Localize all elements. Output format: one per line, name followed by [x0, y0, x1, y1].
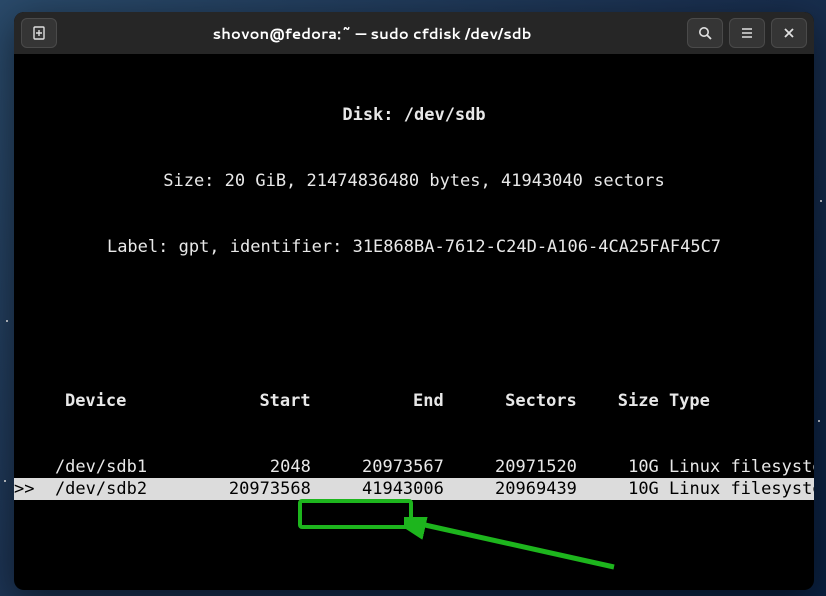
- terminal-content[interactable]: Disk: /dev/sdb Size: 20 GiB, 21474836480…: [14, 54, 814, 590]
- search-button[interactable]: [687, 18, 723, 48]
- close-button[interactable]: [771, 18, 807, 48]
- window-titlebar: shovon@fedora:~ — sudo cfdisk /dev/sdb: [14, 12, 814, 54]
- partition-table-header: Device Start End Sectors Size Type: [14, 390, 814, 412]
- partition-row[interactable]: >> /dev/sdb2 20973568 41943006 20969439 …: [14, 478, 814, 500]
- partition-table: Device Start End Sectors Size Type /dev/…: [14, 346, 814, 544]
- disk-size-line: Size: 20 GiB, 21474836480 bytes, 4194304…: [14, 170, 814, 192]
- new-tab-button[interactable]: [21, 18, 57, 48]
- disk-header-line: Disk: /dev/sdb: [14, 104, 814, 126]
- terminal-window: shovon@fedora:~ — sudo cfdisk /dev/sdb D…: [14, 12, 814, 590]
- partition-row[interactable]: /dev/sdb1 2048 20973567 20971520 10G Lin…: [14, 456, 814, 478]
- window-title: shovon@fedora:~ — sudo cfdisk /dev/sdb: [63, 23, 681, 44]
- hamburger-menu-button[interactable]: [729, 18, 765, 48]
- disk-label-line: Label: gpt, identifier: 31E868BA-7612-C2…: [14, 236, 814, 258]
